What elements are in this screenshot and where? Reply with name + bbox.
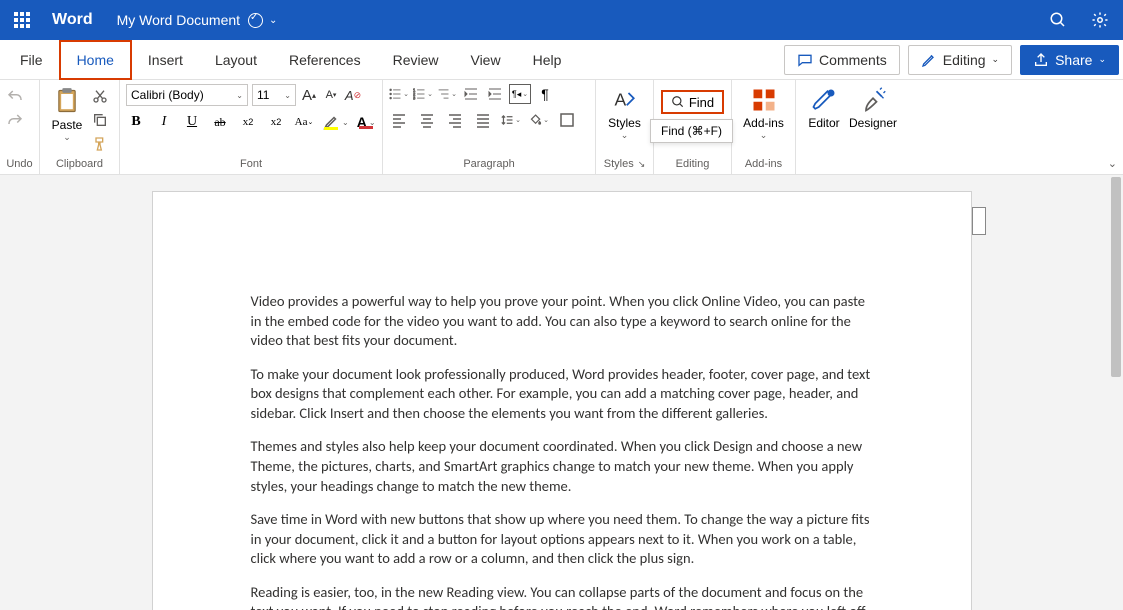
borders-button[interactable] bbox=[557, 110, 577, 130]
chevron-down-icon: ⌄ bbox=[760, 130, 768, 141]
group-label-styles: Styles↘ bbox=[602, 156, 647, 172]
cut-icon[interactable] bbox=[92, 88, 108, 104]
pencil-icon bbox=[921, 52, 937, 68]
text-direction-button[interactable]: ¶◂⌄ bbox=[509, 84, 531, 104]
strikethrough-button[interactable]: ab bbox=[210, 112, 230, 132]
editor-icon bbox=[810, 86, 838, 114]
clear-formatting-button[interactable]: A⊘ bbox=[344, 86, 362, 104]
dialog-launcher-icon[interactable]: ↘ bbox=[638, 159, 646, 170]
saved-icon bbox=[248, 13, 263, 28]
svg-text:A: A bbox=[614, 89, 626, 109]
shrink-font-button[interactable]: A▾ bbox=[322, 86, 340, 104]
paragraph[interactable]: To make your document look professionall… bbox=[251, 365, 873, 424]
document-name[interactable]: My Word Document bbox=[117, 12, 240, 28]
tab-home[interactable]: Home bbox=[59, 40, 132, 80]
subscript-button[interactable]: x2 bbox=[238, 112, 258, 132]
tab-insert[interactable]: Insert bbox=[132, 40, 199, 80]
group-label-editing: Editing bbox=[660, 156, 725, 172]
decrease-indent-button[interactable] bbox=[461, 84, 481, 104]
tab-layout[interactable]: Layout bbox=[199, 40, 273, 80]
styles-button[interactable]: A Styles ⌄ bbox=[602, 84, 647, 141]
share-button[interactable]: Share ⌄ bbox=[1020, 45, 1119, 75]
editing-mode-button[interactable]: Editing ⌄ bbox=[908, 45, 1012, 75]
document-canvas[interactable]: Video provides a powerful way to help yo… bbox=[0, 175, 1123, 610]
docname-dropdown-icon[interactable]: ⌄ bbox=[269, 15, 277, 26]
multilevel-list-button[interactable]: ⌄ bbox=[437, 84, 457, 104]
scrollbar-thumb[interactable] bbox=[1111, 177, 1121, 377]
grow-font-button[interactable]: A▴ bbox=[300, 86, 318, 104]
share-icon bbox=[1033, 52, 1049, 68]
designer-icon bbox=[859, 86, 887, 114]
tab-view[interactable]: View bbox=[454, 40, 516, 80]
tab-file[interactable]: File bbox=[4, 40, 59, 80]
svg-text:3: 3 bbox=[413, 96, 416, 101]
copy-icon[interactable] bbox=[92, 112, 108, 128]
font-size-combo[interactable]: 11⌄ bbox=[252, 84, 296, 106]
paragraph[interactable]: Video provides a powerful way to help yo… bbox=[251, 292, 873, 351]
align-left-button[interactable] bbox=[389, 110, 409, 130]
increase-indent-button[interactable] bbox=[485, 84, 505, 104]
find-button[interactable]: Find bbox=[661, 90, 724, 114]
tab-help[interactable]: Help bbox=[517, 40, 578, 80]
group-label-font: Font bbox=[126, 156, 376, 172]
group-label-addins: Add-ins bbox=[738, 156, 789, 172]
editor-button[interactable]: Editor bbox=[802, 84, 846, 130]
scrollbar-track[interactable] bbox=[1109, 175, 1123, 610]
clipboard-icon bbox=[53, 86, 81, 116]
superscript-button[interactable]: x2 bbox=[266, 112, 286, 132]
addins-button[interactable]: Add-ins ⌄ bbox=[739, 84, 789, 141]
addins-icon bbox=[750, 86, 778, 114]
page-margin-tab bbox=[972, 207, 986, 235]
chevron-down-icon: ⌄ bbox=[992, 54, 1000, 65]
chevron-down-icon: ⌄ bbox=[63, 132, 71, 143]
styles-icon: A bbox=[611, 86, 639, 114]
align-center-button[interactable] bbox=[417, 110, 437, 130]
undo-icon[interactable] bbox=[6, 88, 24, 106]
chevron-down-icon: ⌄ bbox=[621, 130, 629, 141]
line-spacing-button[interactable]: ⌄ bbox=[501, 110, 521, 130]
app-launcher-icon[interactable] bbox=[14, 12, 30, 28]
paragraph[interactable]: Themes and styles also help keep your do… bbox=[251, 437, 873, 496]
app-brand: Word bbox=[52, 11, 93, 29]
settings-gear-icon[interactable] bbox=[1091, 11, 1109, 29]
shading-button[interactable]: ⌄ bbox=[529, 110, 549, 130]
designer-button[interactable]: Designer bbox=[846, 84, 900, 130]
show-marks-button[interactable]: ¶ bbox=[535, 84, 555, 104]
search-icon[interactable] bbox=[1049, 11, 1067, 29]
format-painter-icon[interactable] bbox=[92, 136, 108, 152]
group-label-undo: Undo bbox=[6, 156, 33, 172]
change-case-button[interactable]: Aa⌄ bbox=[294, 112, 314, 132]
bold-button[interactable]: B bbox=[126, 112, 146, 132]
find-tooltip: Find (⌘+F) bbox=[650, 119, 733, 143]
redo-icon[interactable] bbox=[6, 112, 24, 130]
paragraph[interactable]: Save time in Word with new buttons that … bbox=[251, 510, 873, 569]
font-name-combo[interactable]: Calibri (Body)⌄ bbox=[126, 84, 248, 106]
search-icon bbox=[671, 95, 685, 109]
chevron-down-icon: ⌄ bbox=[1098, 54, 1106, 65]
tab-review[interactable]: Review bbox=[377, 40, 455, 80]
group-label-paragraph: Paragraph bbox=[389, 156, 589, 172]
collapse-ribbon-button[interactable]: ⌄ bbox=[1108, 157, 1117, 170]
paragraph[interactable]: Reading is easier, too, in the new Readi… bbox=[251, 583, 873, 610]
highlight-color-button[interactable]: ⌄ bbox=[322, 113, 349, 131]
font-color-button[interactable]: A ⌄ bbox=[357, 114, 376, 130]
comment-icon bbox=[797, 52, 813, 68]
group-label-clipboard: Clipboard bbox=[46, 156, 113, 172]
italic-button[interactable]: I bbox=[154, 112, 174, 132]
paste-button[interactable]: Paste ⌄ bbox=[46, 84, 88, 143]
align-right-button[interactable] bbox=[445, 110, 465, 130]
tab-references[interactable]: References bbox=[273, 40, 377, 80]
numbering-button[interactable]: 123⌄ bbox=[413, 84, 433, 104]
comments-button[interactable]: Comments bbox=[784, 45, 900, 75]
bullets-button[interactable]: ⌄ bbox=[389, 84, 409, 104]
justify-button[interactable] bbox=[473, 110, 493, 130]
page[interactable]: Video provides a powerful way to help yo… bbox=[152, 191, 972, 610]
underline-button[interactable]: U bbox=[182, 112, 202, 132]
